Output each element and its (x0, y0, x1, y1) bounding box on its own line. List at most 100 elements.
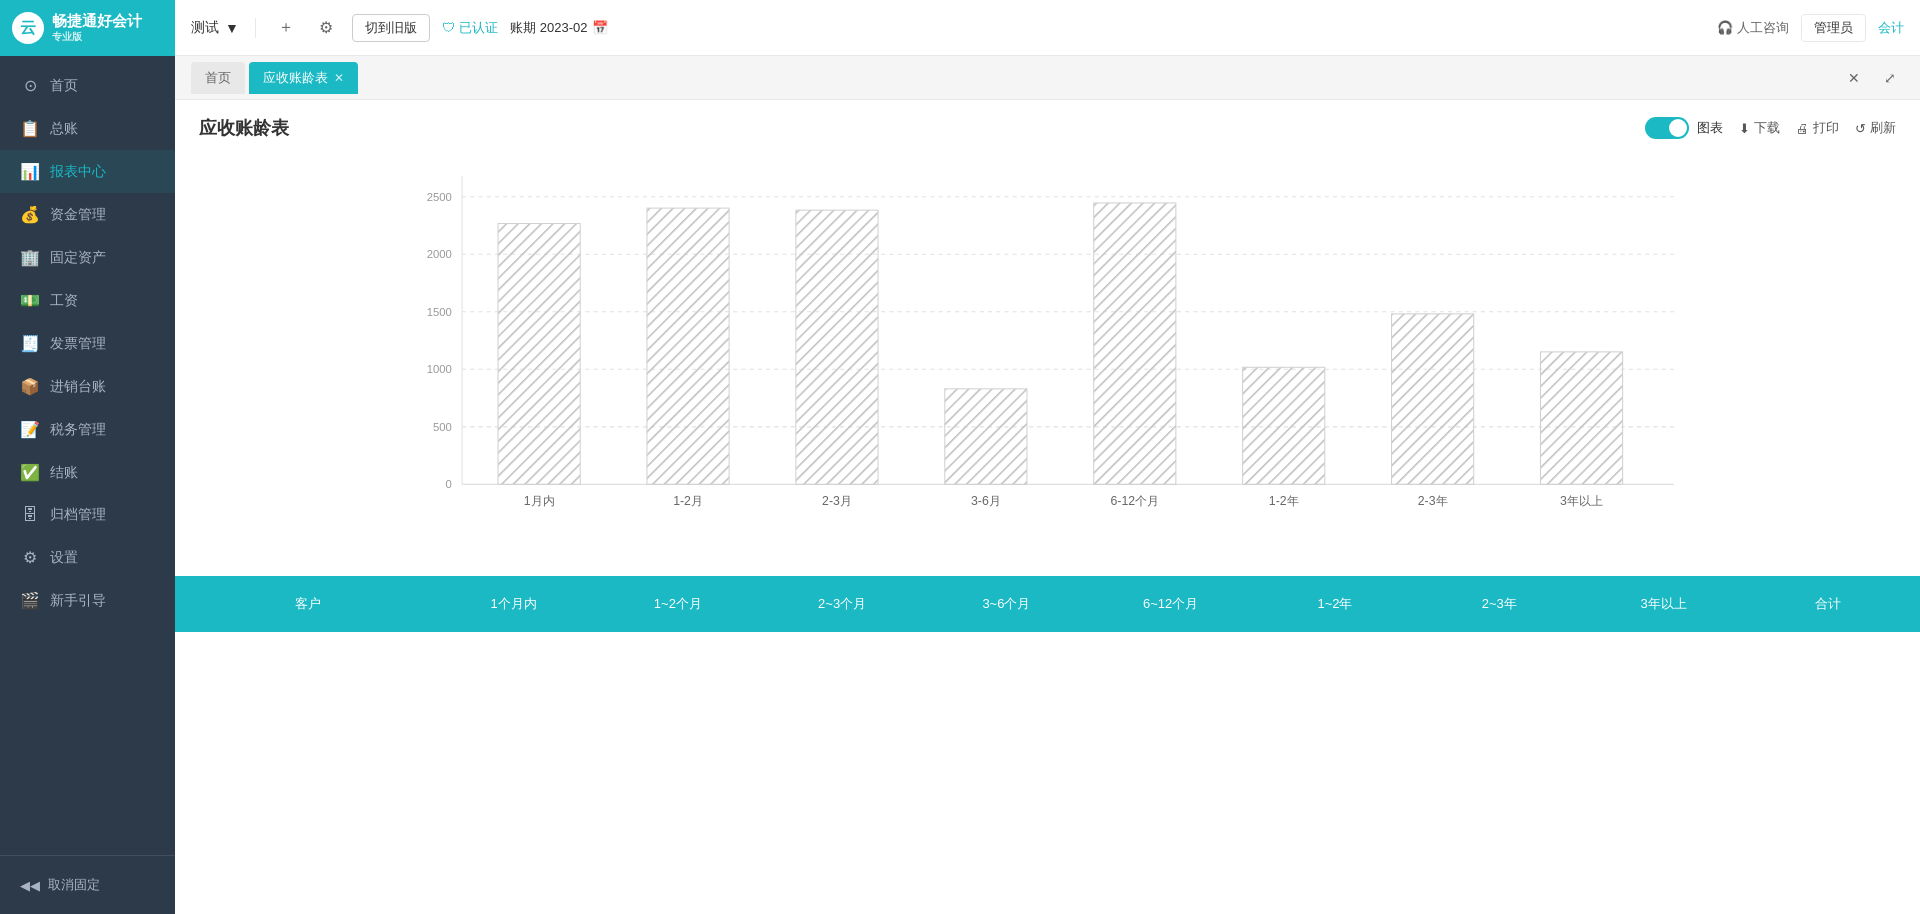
sidebar-item-label-settings: 设置 (50, 549, 78, 567)
period-label: 账期 (510, 19, 536, 37)
sidebar-item-label-funds: 资金管理 (50, 206, 106, 224)
sidebar-item-label-tax: 税务管理 (50, 421, 106, 439)
sidebar-item-invoice[interactable]: 🧾 发票管理 (0, 322, 175, 365)
assets-icon: 🏢 (20, 248, 40, 267)
toggle-track[interactable] (1645, 117, 1689, 139)
sidebar-item-archive[interactable]: 🗄 归档管理 (0, 494, 175, 536)
sidebar-item-label-guide: 新手引导 (50, 592, 106, 610)
tab-expand-btn[interactable]: ⤢ (1876, 64, 1904, 92)
page-actions: 图表 ⬇ 下载 🖨 打印 ↺ 刷新 (1645, 117, 1896, 139)
bar-chart: 0 500 1000 1500 2000 2500 (199, 166, 1896, 546)
sidebar-item-salary[interactable]: 💵 工资 (0, 279, 175, 322)
svg-text:1月内: 1月内 (524, 494, 555, 508)
bar-1-2month (647, 208, 729, 484)
download-btn[interactable]: ⬇ 下载 (1739, 119, 1780, 137)
sidebar-item-sales[interactable]: 📦 进销台账 (0, 365, 175, 408)
bar-1-2year (1243, 367, 1325, 484)
topbar: 测试 ▼ ＋ ⚙ 切到旧版 🛡 已认证 账期 2023-02 📅 🎧 人工咨询 … (175, 0, 1920, 56)
sidebar-collapse-btn[interactable]: ◀◀ 取消固定 (0, 866, 175, 904)
download-label: 下载 (1754, 119, 1780, 137)
support-btn[interactable]: 🎧 人工咨询 (1717, 19, 1789, 37)
page-title: 应收账龄表 (199, 116, 289, 140)
sidebar-item-assets[interactable]: 🏢 固定资产 (0, 236, 175, 279)
svg-text:1-2年: 1-2年 (1269, 494, 1299, 508)
sidebar-item-label-reports: 报表中心 (50, 163, 106, 181)
ledger-icon: 📋 (20, 119, 40, 138)
svg-text:3-6月: 3-6月 (971, 494, 1001, 508)
logo-text: 畅捷通好会计 (52, 12, 142, 30)
calendar-icon[interactable]: 📅 (592, 20, 608, 35)
sales-icon: 📦 (20, 377, 40, 396)
chart-toggle[interactable]: 图表 (1645, 117, 1723, 139)
main-area: 测试 ▼ ＋ ⚙ 切到旧版 🛡 已认证 账期 2023-02 📅 🎧 人工咨询 … (175, 0, 1920, 914)
manager-btn[interactable]: 管理员 (1801, 14, 1866, 42)
refresh-btn[interactable]: ↺ 刷新 (1855, 119, 1896, 137)
shield-icon: 🛡 (442, 20, 455, 35)
tab-close-icon[interactable]: ✕ (334, 72, 344, 84)
table-header: 客户1个月内1~2个月2~3个月3~6个月6~12个月1~2年2~3年3年以上合… (175, 576, 1920, 632)
svg-text:6-12个月: 6-12个月 (1110, 494, 1159, 508)
period-value: 2023-02 (540, 20, 588, 35)
svg-text:2000: 2000 (427, 248, 452, 260)
page-header: 应收账龄表 图表 ⬇ 下载 🖨 打印 (175, 100, 1920, 156)
invoice-icon: 🧾 (20, 334, 40, 353)
print-label: 打印 (1813, 119, 1839, 137)
svg-text:3年以上: 3年以上 (1560, 494, 1603, 508)
refresh-label: 刷新 (1870, 119, 1896, 137)
support-label: 人工咨询 (1737, 19, 1789, 37)
svg-text:0: 0 (446, 478, 452, 490)
switch-version-btn[interactable]: 切到旧版 (352, 14, 430, 42)
print-btn[interactable]: 🖨 打印 (1796, 119, 1839, 137)
table-header-col-5: 6~12个月 (1089, 595, 1253, 613)
company-selector[interactable]: 测试 ▼ (191, 19, 239, 37)
collapse-icon: ◀◀ (20, 878, 40, 893)
sidebar-item-settings[interactable]: ⚙ 设置 (0, 536, 175, 579)
archive-icon: 🗄 (20, 506, 40, 524)
topbar-divider-1 (255, 18, 256, 38)
sidebar-item-home[interactable]: ⊙ 首页 (0, 64, 175, 107)
sidebar-item-label-salary: 工资 (50, 292, 78, 310)
sidebar-item-label-sales: 进销台账 (50, 378, 106, 396)
home-icon: ⊙ (20, 76, 40, 95)
bar-6-12month (1094, 203, 1176, 484)
logo-icon: 云 (12, 12, 44, 44)
table-header-col-2: 1~2个月 (596, 595, 760, 613)
bar-2-3year (1392, 314, 1474, 484)
sidebar-item-reports[interactable]: 📊 报表中心 (0, 150, 175, 193)
sidebar-item-funds[interactable]: 💰 资金管理 (0, 193, 175, 236)
sidebar-item-tax[interactable]: 📝 税务管理 (0, 408, 175, 451)
table-header-col-6: 1~2年 (1253, 595, 1417, 613)
tab-close-btn[interactable]: ✕ (1840, 64, 1868, 92)
table-header-col-1: 1个月内 (431, 595, 595, 613)
table-header-col-7: 2~3年 (1417, 595, 1581, 613)
sidebar-item-ledger[interactable]: 📋 总账 (0, 107, 175, 150)
role-label[interactable]: 会计 (1878, 19, 1904, 37)
toggle-thumb (1669, 119, 1687, 137)
sidebar-item-guide[interactable]: 🎬 新手引导 (0, 579, 175, 622)
table-header-col-0: 客户 (185, 595, 431, 613)
sidebar-item-label-ledger: 总账 (50, 120, 78, 138)
settings-btn[interactable]: ⚙ (312, 14, 340, 42)
svg-text:1500: 1500 (427, 306, 452, 318)
tabs-actions: ✕ ⤢ (1840, 64, 1904, 92)
settlement-icon: ✅ (20, 463, 40, 482)
logo-sub: 专业版 (52, 30, 142, 44)
salary-icon: 💵 (20, 291, 40, 310)
svg-text:2-3年: 2-3年 (1418, 494, 1448, 508)
refresh-icon: ↺ (1855, 121, 1866, 136)
page-container: 应收账龄表 图表 ⬇ 下载 🖨 打印 (175, 100, 1920, 914)
tax-icon: 📝 (20, 420, 40, 439)
svg-text:1-2月: 1-2月 (673, 494, 703, 508)
add-btn[interactable]: ＋ (272, 14, 300, 42)
certified-badge: 🛡 已认证 (442, 19, 498, 37)
tab-aging[interactable]: 应收账龄表 ✕ (249, 62, 358, 94)
chart-section: 0 500 1000 1500 2000 2500 (175, 156, 1920, 576)
bar-3plus-year (1540, 352, 1622, 484)
sidebar: 云 畅捷通好会计 专业版 ⊙ 首页 📋 总账 📊 报表中心 💰 资金管理 🏢 固… (0, 0, 175, 914)
company-name: 测试 (191, 19, 219, 37)
table-header-col-8: 3年以上 (1581, 595, 1745, 613)
tab-home[interactable]: 首页 (191, 62, 245, 94)
sidebar-item-settlement[interactable]: ✅ 结账 (0, 451, 175, 494)
table-header-col-3: 2~3个月 (760, 595, 924, 613)
period-display: 账期 2023-02 📅 (510, 19, 608, 37)
